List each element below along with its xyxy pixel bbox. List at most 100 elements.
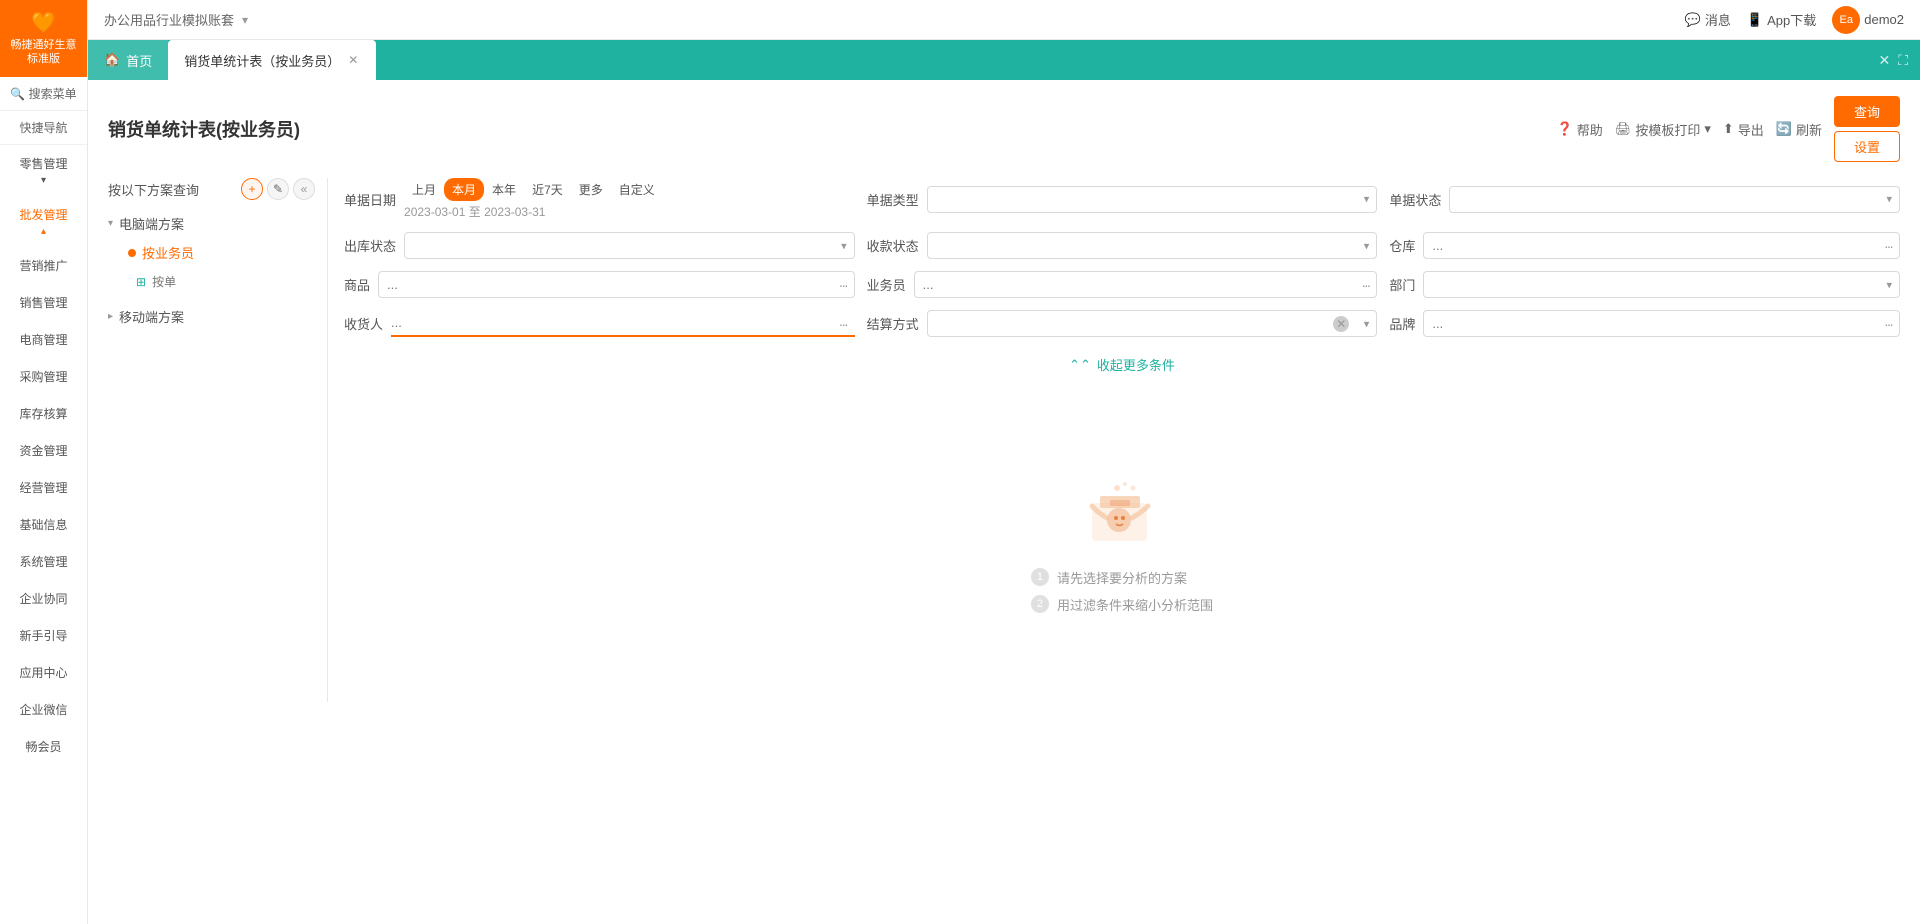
sidebar-item-ecommerce-label: 电商管理 (19, 331, 67, 348)
page-title: 销货单统计表(按业务员) (108, 116, 300, 142)
scheme-collapse-button[interactable]: « (293, 178, 315, 200)
sidebar-quick-nav[interactable]: 快捷导航 (0, 111, 87, 145)
scheme-group-mobile-title[interactable]: ▸ 移动端方案 (108, 303, 315, 330)
scheme-header-title: 按以下方案查询 (108, 180, 199, 199)
app-download-button[interactable]: 📱 App下载 (1747, 10, 1816, 29)
pay-status-input[interactable] (927, 232, 1378, 259)
empty-step-1-text: 请先选择要分析的方案 (1057, 568, 1187, 587)
sidebar-item-sales-label: 销售管理 (19, 294, 67, 311)
template-print-button[interactable]: 🖨 按模板打印 ▾ (1615, 120, 1711, 139)
doc-type-control[interactable]: ▾ (927, 186, 1378, 213)
scheme-group-desktop-title[interactable]: ▾ 电脑端方案 (108, 210, 315, 237)
refresh-button[interactable]: 🔄 刷新 (1776, 120, 1822, 139)
date-tab-this-month[interactable]: 本月 (444, 178, 484, 201)
sidebar-item-wholesale[interactable]: 批发管理 ▴ (0, 196, 87, 247)
tab-close-all-icon[interactable]: ✕ (1878, 52, 1890, 69)
out-status-label: 出库状态 (344, 236, 396, 255)
payment-clear-icon[interactable]: ✕ (1333, 316, 1349, 332)
doc-type-input[interactable] (927, 186, 1378, 213)
sidebar-quick-nav-label: 快捷导航 (19, 121, 67, 135)
scheme-sub-item-by-order-label: 按单 (152, 273, 176, 290)
empty-illustration (1072, 468, 1172, 548)
date-tab-7days[interactable]: 近7天 (524, 178, 571, 201)
sidebar-item-ecommerce[interactable]: 电商管理 (0, 321, 87, 358)
scheme-group-desktop: ▾ 电脑端方案 按业务员 ⊞ 按单 (108, 210, 315, 295)
salesperson-control: ··· (914, 271, 1378, 298)
warehouse-label: 仓库 (1389, 236, 1415, 255)
sidebar-item-retail-label: 零售管理 (19, 155, 67, 172)
receiver-control: ··· (391, 310, 855, 337)
date-tab-last-month[interactable]: 上月 (404, 178, 444, 201)
empty-step-1: 1 请先选择要分析的方案 (1031, 568, 1213, 587)
sidebar-item-inventory[interactable]: 库存核算 (0, 395, 87, 432)
sidebar-item-finance[interactable]: 资金管理 (0, 432, 87, 469)
message-icon: 💬 (1685, 12, 1701, 28)
scheme-panel: 按以下方案查询 + ✎ « (108, 178, 328, 702)
sidebar-item-apps[interactable]: 应用中心 (0, 654, 87, 691)
user-menu[interactable]: Ea demo2 (1832, 6, 1904, 34)
salesperson-input[interactable] (914, 271, 1378, 298)
sidebar-item-weixin[interactable]: 企业微信 (0, 691, 87, 728)
payment-input[interactable] (927, 310, 1378, 337)
sidebar-item-newbie[interactable]: 新手引导 (0, 617, 87, 654)
scheme-add-button[interactable]: + (241, 178, 263, 200)
template-print-dropdown-icon: ▾ (1704, 121, 1711, 137)
sidebar-item-inventory-label: 库存核算 (19, 405, 67, 422)
scheme-item-by-salesperson[interactable]: 按业务员 (108, 237, 315, 268)
sidebar-item-marketing[interactable]: 营销推广 (0, 247, 87, 284)
scheme-item-by-salesperson-label: 按业务员 (142, 243, 194, 262)
sidebar-item-member[interactable]: 畅会员 (0, 728, 87, 765)
collapse-icon: « (301, 182, 308, 196)
sidebar-item-enterprise-label: 企业协同 (19, 590, 67, 607)
sidebar-item-sales[interactable]: 销售管理 (0, 284, 87, 321)
tab-home[interactable]: 🏠 首页 (88, 40, 168, 80)
out-status-input[interactable] (404, 232, 855, 259)
filter-pay-status: 收款状态 ▾ (867, 232, 1378, 259)
page: 销货单统计表(按业务员) ❓ 帮助 🖨 按模板打印 ▾ ⬆ 导出 (88, 80, 1920, 924)
date-tab-this-year[interactable]: 本年 (484, 178, 524, 201)
message-button[interactable]: 💬 消息 (1685, 10, 1731, 29)
doc-type-label: 单据类型 (867, 190, 919, 209)
scheme-sub-item-by-order[interactable]: ⊞ 按单 (108, 268, 315, 295)
date-tab-more[interactable]: 更多 (571, 178, 611, 201)
query-button[interactable]: 查询 (1834, 96, 1900, 127)
export-button[interactable]: ⬆ 导出 (1723, 120, 1764, 139)
date-control: 上月 本月 本年 近7天 更多 自定义 2023-03-01 至 2023-03… (404, 178, 855, 220)
scheme-group-mobile-label: 移动端方案 (119, 307, 184, 326)
empty-steps: 1 请先选择要分析的方案 2 用过滤条件来缩小分析范围 (1031, 568, 1213, 622)
scheme-edit-button[interactable]: ✎ (267, 178, 289, 200)
topbar-dropdown-icon[interactable]: ▾ (242, 13, 248, 27)
search-icon: 🔍 (10, 87, 25, 101)
collapse-filters-button[interactable]: ⌃⌃ 收起更多条件 (344, 349, 1900, 380)
doc-status-control[interactable]: ▾ (1449, 186, 1900, 213)
sidebar-item-system-label: 系统管理 (19, 553, 67, 570)
filter-doc-type: 单据类型 ▾ (867, 186, 1378, 213)
step-num-2: 2 (1031, 595, 1049, 613)
sidebar-item-system[interactable]: 系统管理 (0, 543, 87, 580)
sidebar-item-operation[interactable]: 经营管理 (0, 469, 87, 506)
goods-input[interactable] (378, 271, 855, 298)
chevron-right-icon: ▾ (41, 175, 46, 186)
date-range: 2023-03-01 至 2023-03-31 (404, 203, 855, 220)
sidebar-logo[interactable]: 🧡 畅捷通好生意 标准版 (0, 0, 87, 77)
receiver-input[interactable] (391, 310, 855, 337)
department-input[interactable] (1423, 271, 1900, 298)
sidebar-item-purchase[interactable]: 采购管理 (0, 358, 87, 395)
brand-input[interactable] (1423, 310, 1900, 337)
settings-button[interactable]: 设置 (1834, 131, 1900, 162)
sidebar-item-retail[interactable]: 零售管理 ▾ (0, 145, 87, 196)
sidebar-search[interactable]: 🔍 搜索菜单 (0, 77, 87, 111)
step-num-1: 1 (1031, 568, 1049, 586)
sidebar-item-enterprise[interactable]: 企业协同 (0, 580, 87, 617)
tab-expand-icon[interactable]: ⛶ (1898, 52, 1908, 69)
warehouse-input[interactable] (1423, 232, 1900, 259)
sidebar-item-basic[interactable]: 基础信息 (0, 506, 87, 543)
tab-close-icon[interactable]: ✕ (346, 51, 360, 69)
salesperson-label: 业务员 (867, 275, 906, 294)
tab-sales-stat[interactable]: 销货单统计表（按业务员） ✕ (168, 40, 376, 80)
refresh-label: 刷新 (1796, 120, 1822, 139)
date-tab-custom[interactable]: 自定义 (611, 178, 663, 201)
doc-status-input[interactable] (1449, 186, 1900, 213)
print-icon: 🖨 (1615, 121, 1632, 137)
help-button[interactable]: ❓ 帮助 (1557, 120, 1603, 139)
